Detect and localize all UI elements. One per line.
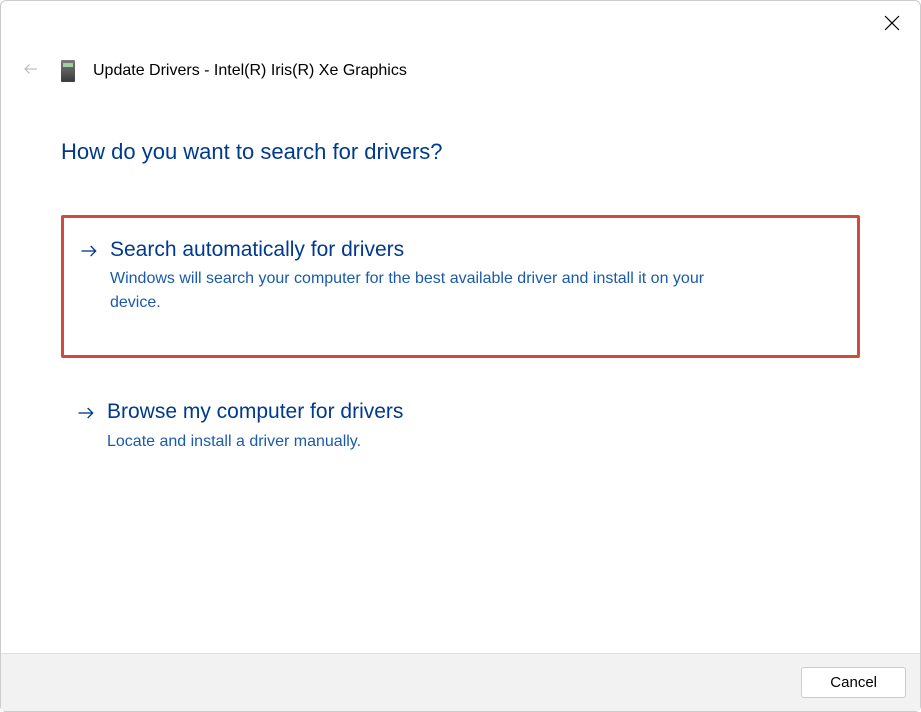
arrow-right-icon (75, 402, 97, 424)
close-button[interactable] (880, 13, 904, 37)
close-icon (884, 15, 900, 36)
option-title: Search automatically for drivers (110, 236, 750, 263)
option-title: Browse my computer for drivers (107, 398, 403, 425)
update-drivers-dialog: Update Drivers - Intel(R) Iris(R) Xe Gra… (0, 0, 921, 712)
dialog-title: Update Drivers - Intel(R) Iris(R) Xe Gra… (93, 62, 407, 80)
dialog-header: Update Drivers - Intel(R) Iris(R) Xe Gra… (1, 1, 920, 83)
back-arrow-icon (22, 60, 40, 83)
arrow-right-icon (78, 240, 100, 262)
option-search-automatically[interactable]: Search automatically for drivers Windows… (61, 215, 860, 358)
option-browse-computer[interactable]: Browse my computer for drivers Locate an… (61, 380, 860, 471)
option-description: Windows will search your computer for th… (110, 267, 750, 315)
cancel-button[interactable]: Cancel (801, 667, 906, 698)
back-button (19, 59, 43, 83)
device-icon (61, 60, 75, 82)
option-description: Locate and install a driver manually. (107, 430, 403, 454)
dialog-content: How do you want to search for drivers? S… (1, 83, 920, 653)
dialog-footer: Cancel (1, 653, 920, 711)
main-heading: How do you want to search for drivers? (61, 139, 860, 165)
